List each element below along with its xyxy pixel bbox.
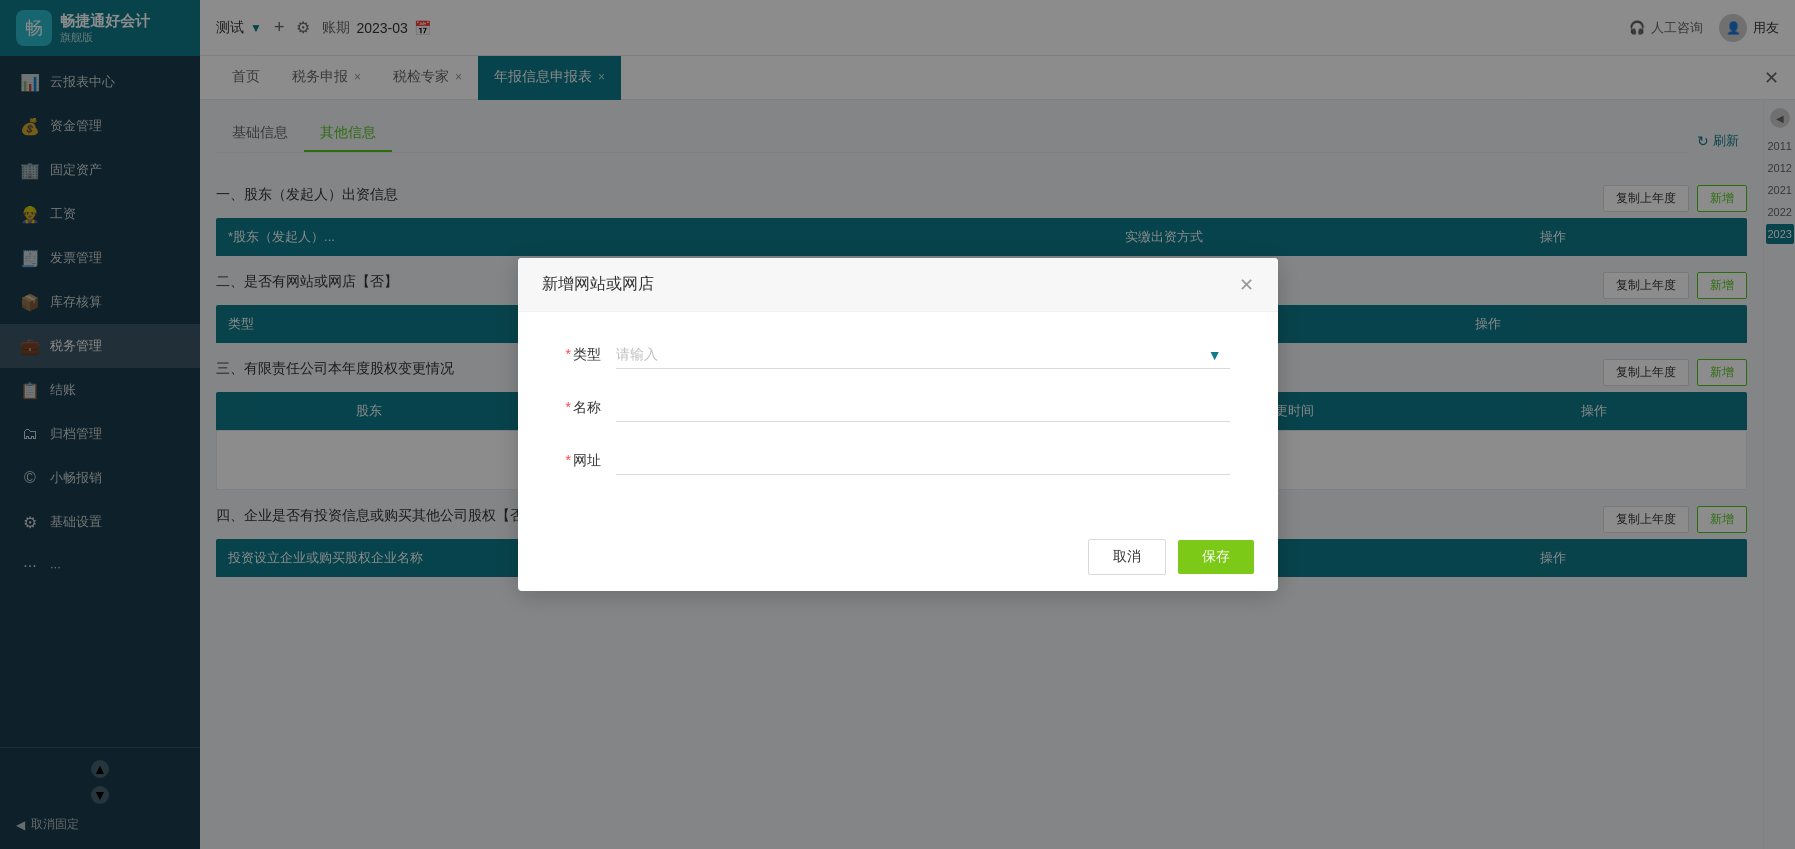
type-input[interactable] bbox=[616, 340, 1230, 369]
modal-body: *类型 ▼ *名称 *网址 bbox=[518, 312, 1278, 523]
modal-footer: 取消 保存 bbox=[518, 523, 1278, 591]
url-input[interactable] bbox=[616, 446, 1230, 475]
type-input-wrapper: ▼ bbox=[616, 340, 1230, 369]
required-mark3: * bbox=[566, 452, 571, 468]
modal-overlay[interactable]: 新增网站或网店 ✕ *类型 ▼ *名称 bbox=[0, 0, 1795, 849]
modal-title: 新增网站或网店 bbox=[542, 274, 654, 295]
name-input-wrapper bbox=[616, 393, 1230, 422]
type-label: *类型 bbox=[566, 346, 616, 364]
required-mark: * bbox=[566, 346, 571, 362]
modal-header: 新增网站或网店 ✕ bbox=[518, 258, 1278, 312]
modal-close-btn[interactable]: ✕ bbox=[1239, 276, 1254, 294]
cancel-btn[interactable]: 取消 bbox=[1088, 539, 1166, 575]
name-label: *名称 bbox=[566, 399, 616, 417]
save-btn[interactable]: 保存 bbox=[1178, 540, 1254, 574]
form-item-type: *类型 ▼ bbox=[566, 340, 1230, 369]
required-mark2: * bbox=[566, 399, 571, 415]
url-input-wrapper bbox=[616, 446, 1230, 475]
url-label: *网址 bbox=[566, 452, 616, 470]
modal-add-website: 新增网站或网店 ✕ *类型 ▼ *名称 bbox=[518, 258, 1278, 591]
name-input[interactable] bbox=[616, 393, 1230, 422]
form-item-name: *名称 bbox=[566, 393, 1230, 422]
form-item-url: *网址 bbox=[566, 446, 1230, 475]
